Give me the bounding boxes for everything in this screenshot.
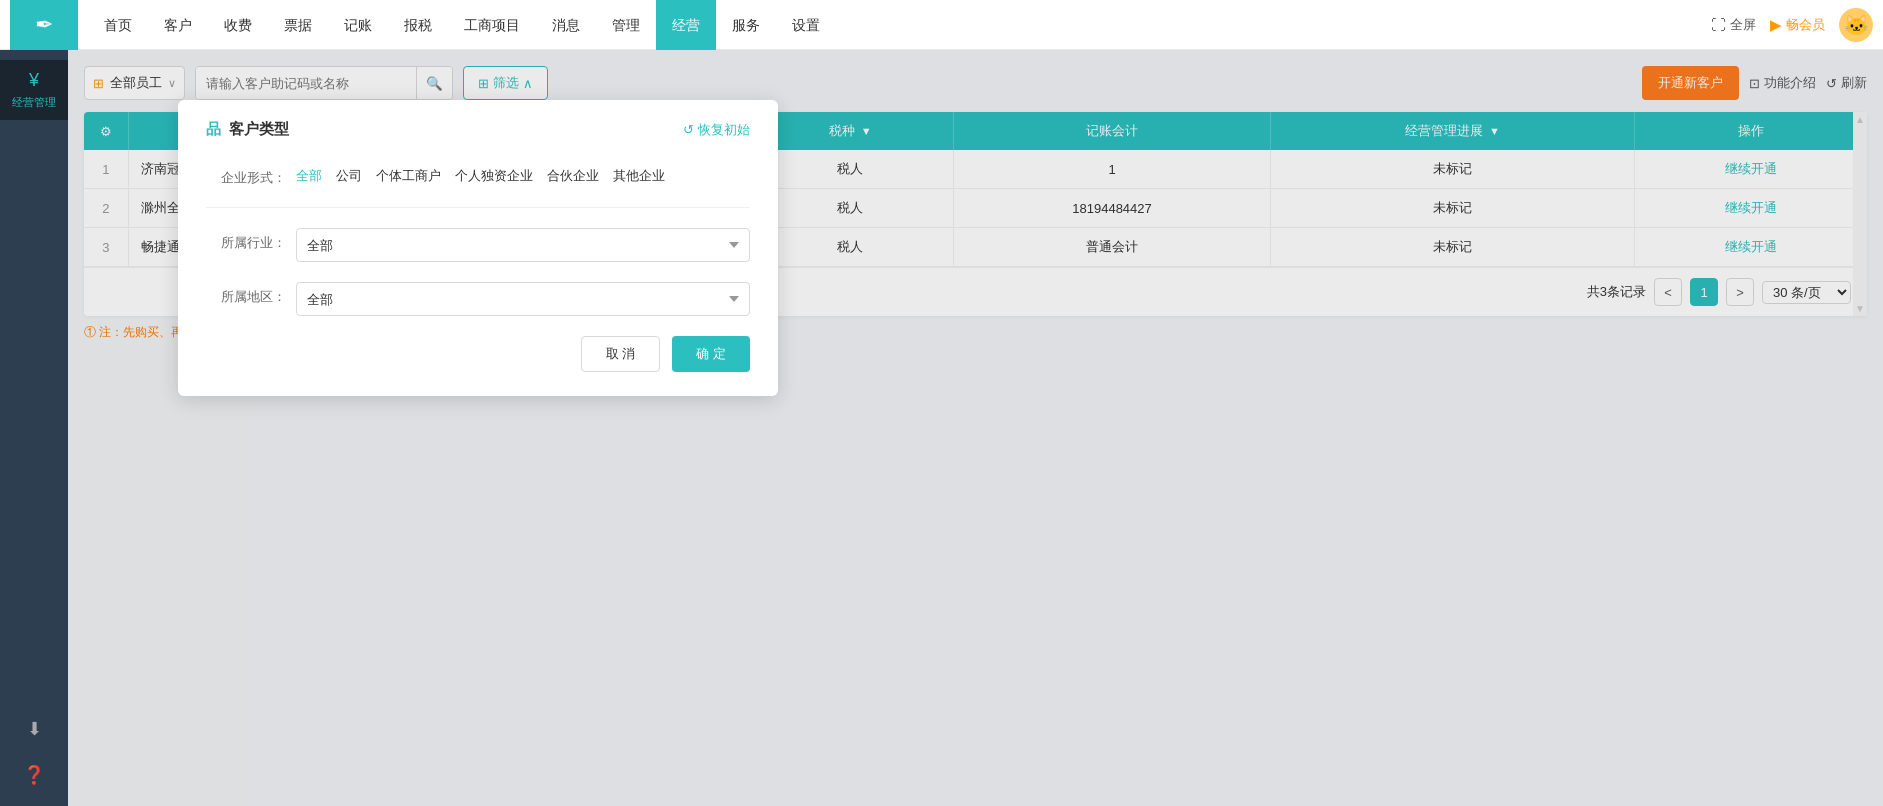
download-icon: ⬇ — [27, 718, 42, 740]
reset-label: 恢复初始 — [698, 121, 750, 139]
modal-title: 品 客户类型 — [206, 120, 289, 139]
modal-reset-btn[interactable]: ↺ 恢复初始 — [683, 121, 750, 139]
nav-item-business[interactable]: 工商项目 — [448, 0, 536, 50]
vip-btn[interactable]: ▶ 畅会员 — [1770, 16, 1825, 34]
nav-item-fee[interactable]: 收费 — [208, 0, 268, 50]
sidebar-help[interactable]: ❓ — [0, 754, 68, 796]
reset-icon: ↺ — [683, 122, 694, 137]
sidebar-item-icon: ¥ — [29, 70, 39, 91]
sidebar-item-operation[interactable]: ¥ 经营管理 — [0, 60, 68, 120]
enterprise-form-row: 企业形式： 全部 公司 个体工商户 个人独资企业 合伙企业 其他企业 — [206, 163, 750, 187]
logo-area: ✒ — [10, 0, 78, 50]
modal-title-icon: 品 — [206, 120, 221, 139]
option-individual[interactable]: 个体工商户 — [376, 167, 441, 185]
industry-select-wrap: 全部 — [296, 228, 750, 262]
modal-title-text: 客户类型 — [229, 120, 289, 139]
region-select[interactable]: 全部 — [296, 282, 750, 316]
logo-icon: ✒ — [35, 12, 53, 38]
industry-label: 所属行业： — [206, 228, 286, 252]
enterprise-form-label: 企业形式： — [206, 163, 286, 187]
nav-item-home[interactable]: 首页 — [88, 0, 148, 50]
nav-item-account[interactable]: 记账 — [328, 0, 388, 50]
sidebar-bottom: ⬇ ❓ — [0, 708, 68, 806]
option-other[interactable]: 其他企业 — [613, 167, 665, 185]
region-select-wrap: 全部 — [296, 282, 750, 316]
fullscreen-icon: ⛶ — [1711, 16, 1726, 33]
modal-divider — [206, 207, 750, 208]
enterprise-options: 全部 公司 个体工商户 个人独资企业 合伙企业 其他企业 — [296, 163, 750, 185]
sidebar-download[interactable]: ⬇ — [0, 708, 68, 750]
filter-modal-overlay: 品 客户类型 ↺ 恢复初始 企业形式： 全部 公司 个体工商户 个人独资企业 合… — [68, 50, 1883, 806]
nav-right: ⛶ 全屏 ▶ 畅会员 🐱 — [1711, 8, 1873, 42]
option-sole[interactable]: 个人独资企业 — [455, 167, 533, 185]
nav-item-message[interactable]: 消息 — [536, 0, 596, 50]
vip-icon: ▶ — [1770, 16, 1782, 34]
option-partnership[interactable]: 合伙企业 — [547, 167, 599, 185]
region-label: 所属地区： — [206, 282, 286, 306]
nav-item-tax[interactable]: 报税 — [388, 0, 448, 50]
avatar-icon: 🐱 — [1844, 13, 1869, 37]
option-company[interactable]: 公司 — [336, 167, 362, 185]
nav-items: 首页 客户 收费 票据 记账 报税 工商项目 消息 管理 经营 服务 设置 — [78, 0, 1711, 50]
nav-item-customer[interactable]: 客户 — [148, 0, 208, 50]
filter-modal: 品 客户类型 ↺ 恢复初始 企业形式： 全部 公司 个体工商户 个人独资企业 合… — [178, 100, 778, 396]
modal-footer: 取 消 确 定 — [206, 336, 750, 372]
nav-item-operation[interactable]: 经营 — [656, 0, 716, 50]
sidebar: ¥ 经营管理 ⬇ ❓ — [0, 50, 68, 806]
sidebar-item-label: 经营管理 — [12, 95, 56, 110]
confirm-button[interactable]: 确 定 — [672, 336, 750, 372]
help-icon: ❓ — [23, 764, 45, 786]
vip-label: 畅会员 — [1786, 16, 1825, 34]
industry-form-row: 所属行业： 全部 — [206, 228, 750, 262]
nav-item-service[interactable]: 服务 — [716, 0, 776, 50]
nav-item-setting[interactable]: 设置 — [776, 0, 836, 50]
cancel-button[interactable]: 取 消 — [581, 336, 661, 372]
fullscreen-label: 全屏 — [1730, 16, 1756, 34]
top-nav: ✒ 首页 客户 收费 票据 记账 报税 工商项目 消息 管理 经营 服务 设置 … — [0, 0, 1883, 50]
nav-item-bill[interactable]: 票据 — [268, 0, 328, 50]
nav-item-manage[interactable]: 管理 — [596, 0, 656, 50]
industry-select[interactable]: 全部 — [296, 228, 750, 262]
modal-header: 品 客户类型 ↺ 恢复初始 — [206, 120, 750, 139]
option-all[interactable]: 全部 — [296, 167, 322, 185]
avatar[interactable]: 🐱 — [1839, 8, 1873, 42]
region-form-row: 所属地区： 全部 — [206, 282, 750, 316]
fullscreen-btn[interactable]: ⛶ 全屏 — [1711, 16, 1756, 34]
